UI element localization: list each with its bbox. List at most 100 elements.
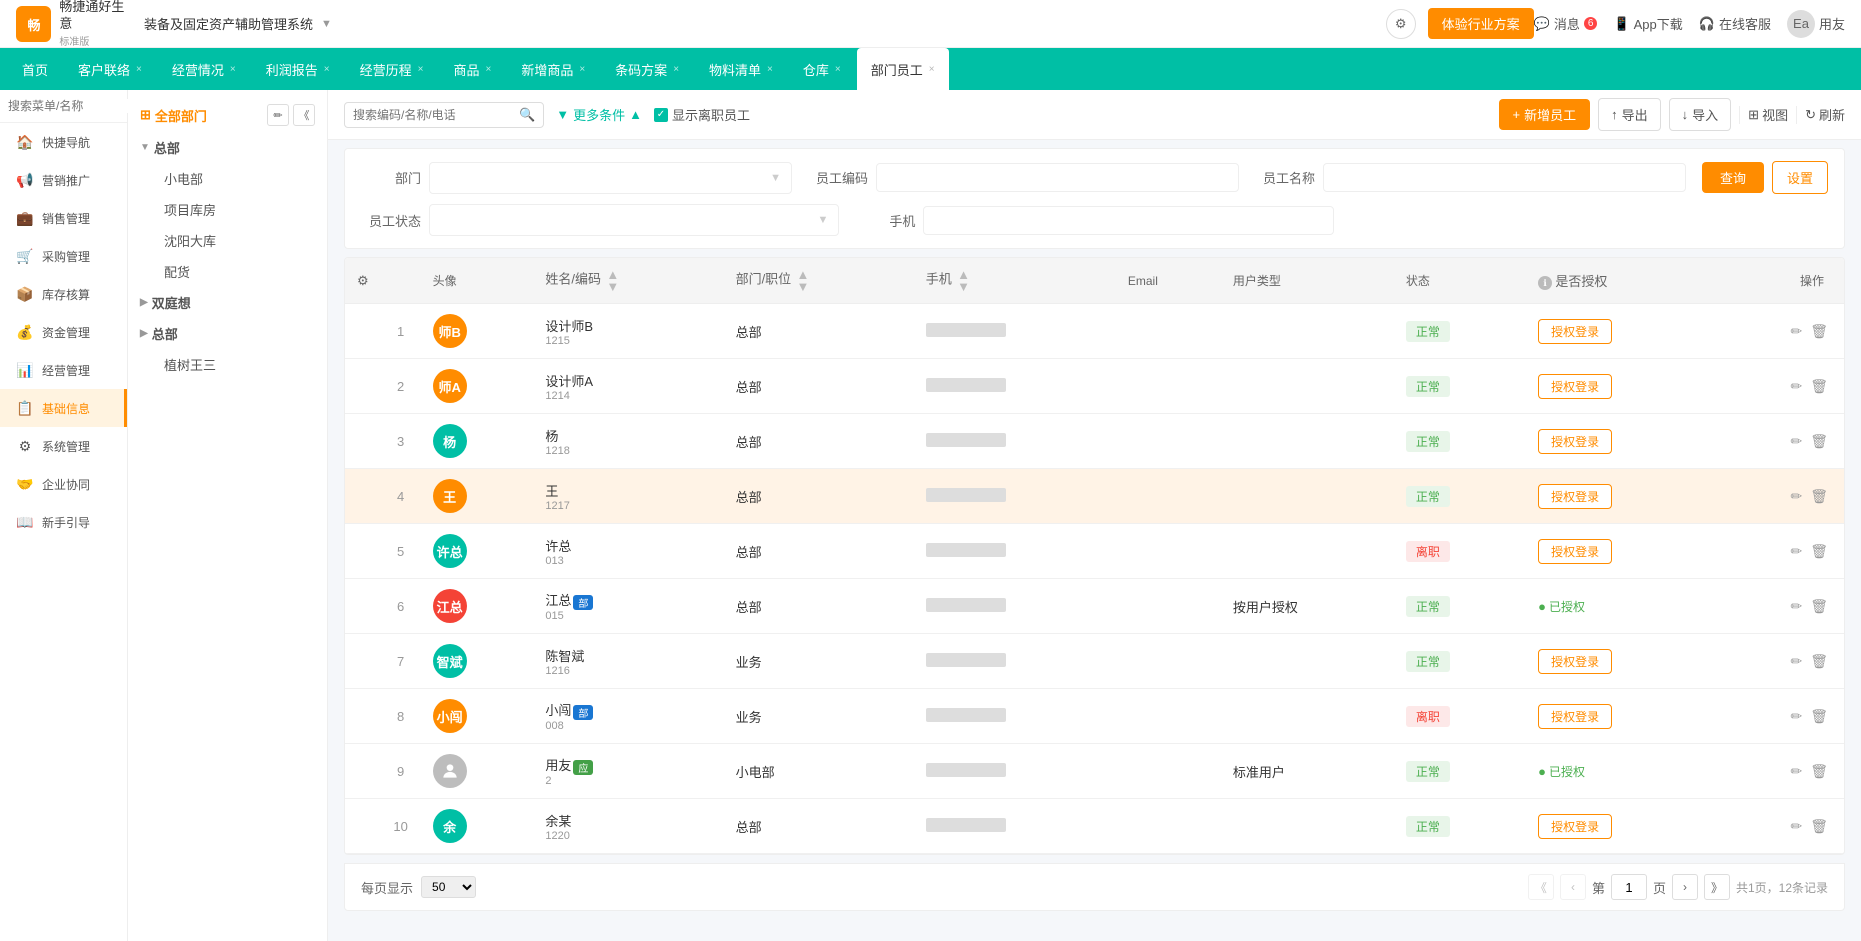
prev-page-button[interactable]: ‹ xyxy=(1560,874,1586,900)
close-icon[interactable]: × xyxy=(767,64,773,75)
close-icon[interactable]: × xyxy=(673,64,679,75)
delete-button[interactable]: 🗑 xyxy=(1810,708,1828,725)
delete-button[interactable]: 🗑 xyxy=(1810,598,1828,615)
delete-button[interactable]: 🗑 xyxy=(1810,378,1828,395)
trial-button[interactable]: 体验行业方案 xyxy=(1428,8,1534,39)
query-button[interactable]: 查询 xyxy=(1702,162,1764,193)
dept-edit-button[interactable]: ✏ xyxy=(267,104,289,126)
auth-button[interactable]: 授权登录 xyxy=(1538,484,1612,509)
edit-button[interactable]: ✏ xyxy=(1790,543,1802,560)
sidebar-item-inventory[interactable]: 📦 库存核算 xyxy=(0,275,127,313)
close-icon[interactable]: × xyxy=(136,64,142,75)
edit-button[interactable]: ✏ xyxy=(1790,708,1802,725)
sidebar-item-collab[interactable]: 🤝 企业协同 xyxy=(0,465,127,503)
dept-group-shuangtingxiang[interactable]: ▶ 双庭想 xyxy=(128,287,327,318)
close-icon[interactable]: × xyxy=(418,64,424,75)
delete-button[interactable]: 🗑 xyxy=(1810,488,1828,505)
dept-item-shenyang[interactable]: 沈阳大库 xyxy=(128,225,327,256)
close-icon[interactable]: × xyxy=(230,64,236,75)
edit-button[interactable]: ✏ xyxy=(1790,763,1802,780)
sidebar-item-marketing[interactable]: 📢 营销推广 xyxy=(0,161,127,199)
delete-button[interactable]: 🗑 xyxy=(1810,543,1828,560)
page-number-input[interactable] xyxy=(1611,874,1647,900)
app-download-button[interactable]: 📱 App下载 xyxy=(1613,14,1682,33)
settings-gear-button[interactable]: ⚙ xyxy=(1386,9,1416,39)
sidebar-item-basic[interactable]: 📋 基础信息 xyxy=(0,389,127,427)
close-icon[interactable]: × xyxy=(324,64,330,75)
sidebar-item-system[interactable]: ⚙ 系统管理 xyxy=(0,427,127,465)
sidebar-item-ops[interactable]: 📊 经营管理 xyxy=(0,351,127,389)
sidebar-item-guide[interactable]: 📖 新手引导 xyxy=(0,503,127,541)
close-icon[interactable]: × xyxy=(579,64,585,75)
export-button[interactable]: ↑ 导出 xyxy=(1598,98,1661,131)
user-avatar[interactable]: Ea 用友 xyxy=(1787,10,1845,38)
tab-goods[interactable]: 商品× xyxy=(439,48,505,90)
tab-business[interactable]: 经营情况× xyxy=(158,48,250,90)
set-button[interactable]: 设置 xyxy=(1772,161,1828,194)
edit-button[interactable]: ✏ xyxy=(1790,598,1802,615)
tab-history[interactable]: 经营历程× xyxy=(346,48,438,90)
emp-code-input[interactable] xyxy=(876,163,1239,192)
close-icon[interactable]: × xyxy=(929,64,935,75)
auth-button[interactable]: 授权登录 xyxy=(1538,374,1612,399)
dept-item-zhishu[interactable]: 植树王三 xyxy=(128,349,327,380)
delete-button[interactable]: 🗑 xyxy=(1810,433,1828,450)
show-resigned-checkbox[interactable]: ✓ 显示离职员工 xyxy=(654,105,750,124)
tab-bom[interactable]: 物料清单× xyxy=(695,48,787,90)
more-conditions-button[interactable]: ▼ 更多条件 ▲ xyxy=(556,105,642,124)
col-settings[interactable]: ⚙ xyxy=(345,258,381,304)
first-page-button[interactable]: 《 xyxy=(1528,874,1554,900)
last-page-button[interactable]: 》 xyxy=(1704,874,1730,900)
info-icon[interactable]: ℹ xyxy=(1538,276,1552,290)
edit-button[interactable]: ✏ xyxy=(1790,818,1802,835)
tab-barcode[interactable]: 条码方案× xyxy=(601,48,693,90)
dept-collapse-button[interactable]: 《 xyxy=(293,104,315,126)
delete-button[interactable]: 🗑 xyxy=(1810,818,1828,835)
tab-home[interactable]: 首页 xyxy=(8,48,62,90)
sort-arrows-dept[interactable]: ▲▼ xyxy=(797,268,810,293)
import-button[interactable]: ↓ 导入 xyxy=(1669,98,1732,131)
close-icon[interactable]: × xyxy=(835,64,841,75)
edit-button[interactable]: ✏ xyxy=(1790,653,1802,670)
auth-button[interactable]: 授权登录 xyxy=(1538,814,1612,839)
emp-name-input[interactable] xyxy=(1323,163,1686,192)
search-input[interactable] xyxy=(353,108,513,122)
auth-button[interactable]: 授权登录 xyxy=(1538,649,1612,674)
dept-group-zongbu[interactable]: ▼ 总部 xyxy=(128,132,327,163)
edit-button[interactable]: ✏ xyxy=(1790,378,1802,395)
auth-button[interactable]: 授权登录 xyxy=(1538,704,1612,729)
title-dropdown-icon[interactable]: ▼ xyxy=(321,18,332,30)
tab-new-goods[interactable]: 新增商品× xyxy=(507,48,599,90)
sidebar-item-purchase[interactable]: 🛒 采购管理 xyxy=(0,237,127,275)
tab-employees[interactable]: 部门员工× xyxy=(857,48,949,90)
tab-warehouse[interactable]: 仓库× xyxy=(789,48,855,90)
edit-button[interactable]: ✏ xyxy=(1790,323,1802,340)
sort-arrows-name[interactable]: ▲▼ xyxy=(606,268,619,293)
message-button[interactable]: 💬 消息 6 xyxy=(1534,14,1598,33)
delete-button[interactable]: 🗑 xyxy=(1810,763,1828,780)
sidebar-item-quicknav[interactable]: 🏠 快捷导航 xyxy=(0,123,127,161)
dept-item-xiaodian[interactable]: 小电部 xyxy=(128,163,327,194)
edit-button[interactable]: ✏ xyxy=(1790,488,1802,505)
delete-button[interactable]: 🗑 xyxy=(1810,653,1828,670)
auth-button[interactable]: 授权登录 xyxy=(1538,539,1612,564)
close-icon[interactable]: × xyxy=(485,64,491,75)
delete-button[interactable]: 🗑 xyxy=(1810,323,1828,340)
sidebar-item-sales[interactable]: 💼 销售管理 xyxy=(0,199,127,237)
sidebar-item-finance[interactable]: 💰 资金管理 xyxy=(0,313,127,351)
tab-customer[interactable]: 客户联络× xyxy=(64,48,156,90)
dept-item-project[interactable]: 项目库房 xyxy=(128,194,327,225)
dept-select[interactable]: ▼ xyxy=(429,162,792,194)
next-page-button[interactable]: › xyxy=(1672,874,1698,900)
search-icon[interactable]: 🔍 xyxy=(519,107,535,123)
add-employee-button[interactable]: + 新增员工 xyxy=(1499,99,1591,130)
view-button[interactable]: ⊞ 视图 xyxy=(1748,105,1788,124)
tab-profit[interactable]: 利润报告× xyxy=(252,48,344,90)
refresh-button[interactable]: ↻ 刷新 xyxy=(1805,105,1845,124)
page-size-select[interactable]: 10 20 50 100 xyxy=(421,876,476,898)
edit-button[interactable]: ✏ xyxy=(1790,433,1802,450)
dept-item-peihuo[interactable]: 配货 xyxy=(128,256,327,287)
auth-button[interactable]: 授权登录 xyxy=(1538,429,1612,454)
online-service-button[interactable]: 🎧 在线客服 xyxy=(1699,14,1771,33)
sort-arrows-phone[interactable]: ▲▼ xyxy=(957,268,970,293)
